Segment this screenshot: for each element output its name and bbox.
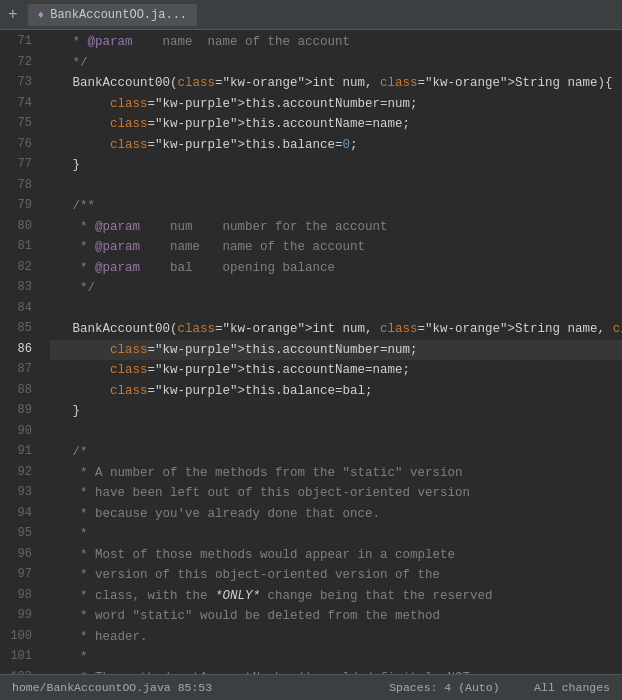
code-line: * class, with the *ONLY* change being th…: [50, 586, 622, 607]
code-line: [50, 176, 622, 197]
code-line: * @param name name of the account: [50, 32, 622, 53]
new-tab-button[interactable]: +: [8, 6, 18, 24]
tab-label: BankAccountOO.ja...: [50, 8, 187, 22]
tab-bar: + ♦ BankAccountOO.ja...: [0, 0, 622, 30]
code-line: */: [50, 53, 622, 74]
line-number: 86: [6, 340, 32, 361]
line-number: 73: [6, 73, 32, 94]
line-number: 78: [6, 176, 32, 197]
line-number: 100: [6, 627, 32, 648]
code-line: class="kw-purple">this.accountNumber=num…: [50, 94, 622, 115]
status-right: Spaces: 4 (Auto) All changes: [389, 681, 610, 694]
code-line: * version of this object-oriented versio…: [50, 565, 622, 586]
tab-item[interactable]: ♦ BankAccountOO.ja...: [28, 4, 197, 26]
line-number: 76: [6, 135, 32, 156]
file-icon: ♦: [38, 9, 45, 21]
line-number: 85: [6, 319, 32, 340]
line-number: 71: [6, 32, 32, 53]
line-number: 72: [6, 53, 32, 74]
line-number: 101: [6, 647, 32, 668]
status-spaces: Spaces: 4 (Auto): [389, 681, 499, 694]
code-line: [50, 422, 622, 443]
status-bar: home/BankAccountOO.java 85:53 Spaces: 4 …: [0, 674, 622, 700]
line-number: 96: [6, 545, 32, 566]
code-line: * Most of those methods would appear in …: [50, 545, 622, 566]
code-line: }: [50, 155, 622, 176]
code-line: * @param num number for the account: [50, 217, 622, 238]
code-line: * header.: [50, 627, 622, 648]
line-numbers: 7172737475767778798081828384858687888990…: [0, 30, 42, 674]
code-line: class="kw-purple">this.accountName=name;: [50, 114, 622, 135]
line-number: 83: [6, 278, 32, 299]
line-number: 74: [6, 94, 32, 115]
code-line: * The method setAccountNumber() would de…: [50, 668, 622, 675]
line-number: 99: [6, 606, 32, 627]
code-line: class="kw-purple">this.accountName=name;: [50, 360, 622, 381]
code-line: class="kw-purple">this.accountNumber=num…: [50, 340, 622, 361]
code-line: BankAccount00(class="kw-orange">int num,…: [50, 73, 622, 94]
status-left: home/BankAccountOO.java 85:53: [12, 681, 212, 694]
status-changes: All changes: [534, 681, 610, 694]
code-line: BankAccount00(class="kw-orange">int num,…: [50, 319, 622, 340]
line-number: 80: [6, 217, 32, 238]
line-number: 91: [6, 442, 32, 463]
line-number: 87: [6, 360, 32, 381]
line-number: 88: [6, 381, 32, 402]
code-line: * @param name name of the account: [50, 237, 622, 258]
code-line: * word "static" would be deleted from th…: [50, 606, 622, 627]
code-line: /*: [50, 442, 622, 463]
line-number: 75: [6, 114, 32, 135]
line-number: 95: [6, 524, 32, 545]
editor-container: 7172737475767778798081828384858687888990…: [0, 30, 622, 674]
line-number: 84: [6, 299, 32, 320]
line-number: 97: [6, 565, 32, 586]
code-line: *: [50, 524, 622, 545]
code-line: *: [50, 647, 622, 668]
code-line: * @param bal opening balance: [50, 258, 622, 279]
code-line: /**: [50, 196, 622, 217]
code-line: }: [50, 401, 622, 422]
code-line: class="kw-purple">this.balance=bal;: [50, 381, 622, 402]
line-number: 89: [6, 401, 32, 422]
code-line: */: [50, 278, 622, 299]
line-number: 81: [6, 237, 32, 258]
line-number: 94: [6, 504, 32, 525]
line-number: 102: [6, 668, 32, 675]
code-line: class="kw-purple">this.balance=0;: [50, 135, 622, 156]
line-number: 93: [6, 483, 32, 504]
code-line: * have been left out of this object-orie…: [50, 483, 622, 504]
code-line: * A number of the methods from the "stat…: [50, 463, 622, 484]
code-line: [50, 299, 622, 320]
line-number: 77: [6, 155, 32, 176]
code-line: * because you've already done that once.: [50, 504, 622, 525]
code-area[interactable]: * @param name name of the account */ Ban…: [42, 30, 622, 674]
line-number: 79: [6, 196, 32, 217]
line-number: 98: [6, 586, 32, 607]
line-number: 90: [6, 422, 32, 443]
line-number: 92: [6, 463, 32, 484]
line-number: 82: [6, 258, 32, 279]
